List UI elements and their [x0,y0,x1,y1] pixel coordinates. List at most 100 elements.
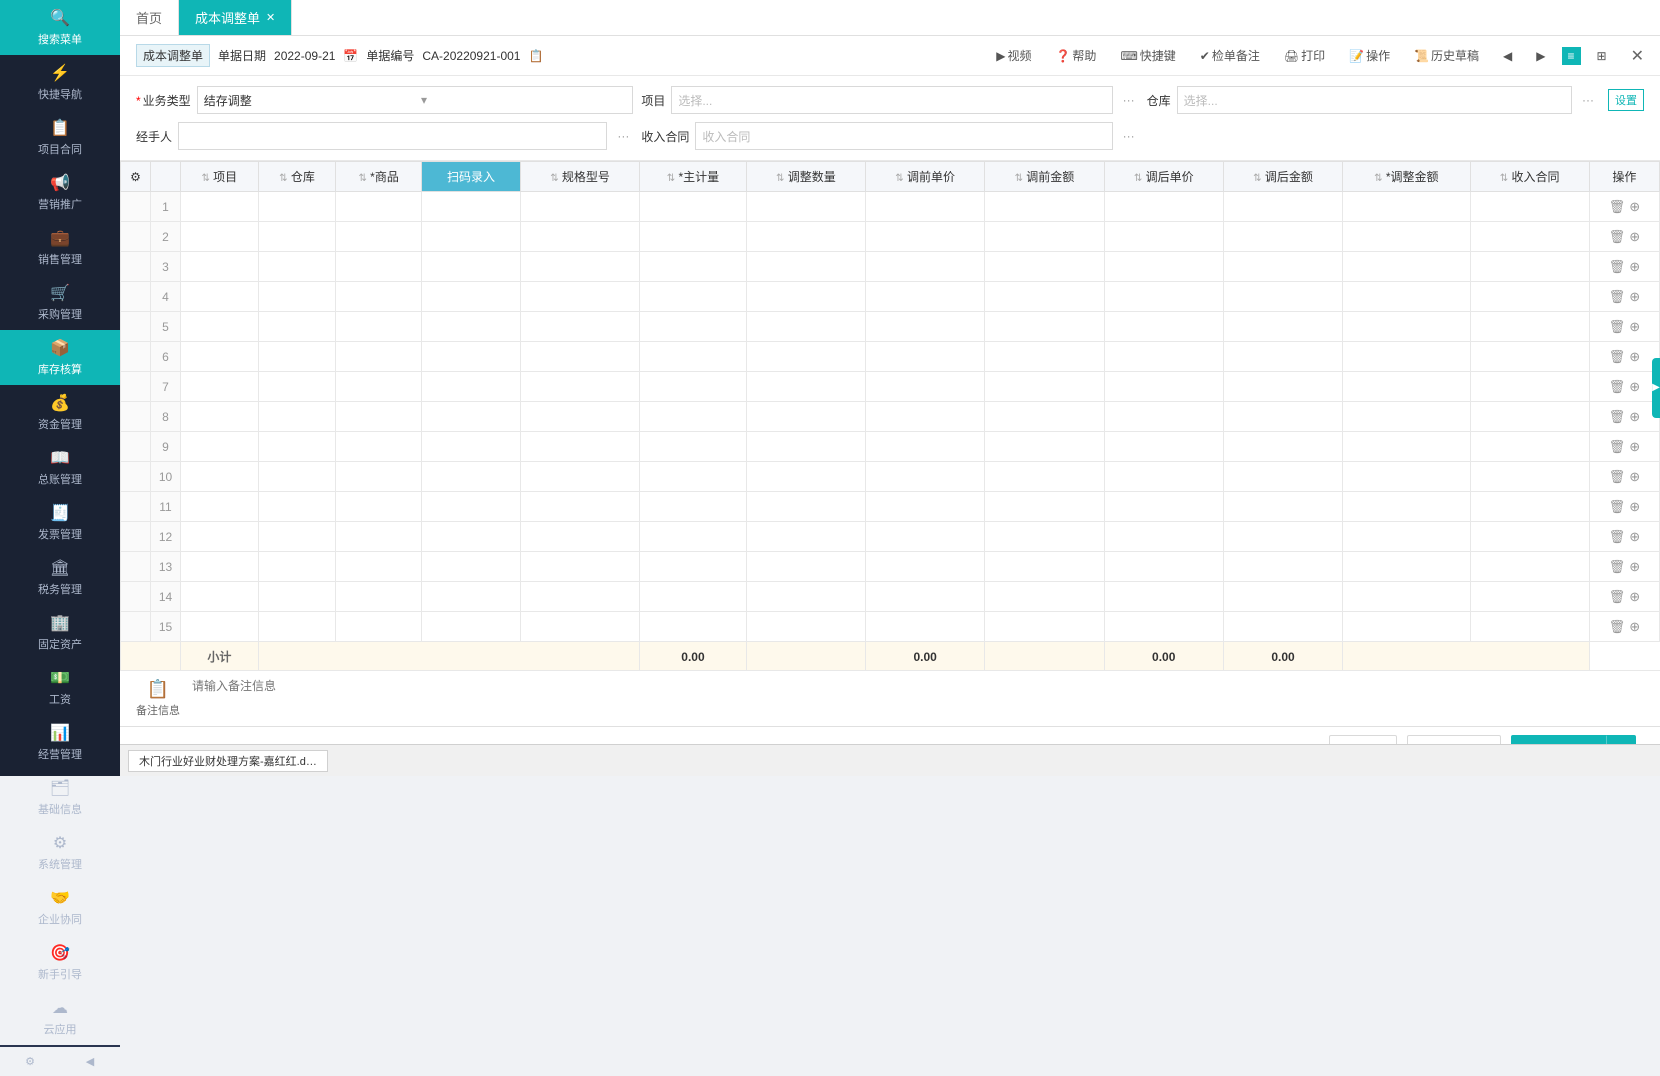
row-scan[interactable] [422,582,521,612]
row-warehouse[interactable] [258,552,336,582]
shortcut-btn[interactable]: ⌨ 快捷键 [1112,45,1183,66]
row-scan[interactable] [422,462,521,492]
row-prevamount[interactable] [985,552,1104,582]
row-scan[interactable] [422,342,521,372]
row-prevunitprice[interactable] [866,192,985,222]
income-contract-more-btn[interactable]: ··· [1119,129,1139,143]
row-adjqty[interactable] [746,402,865,432]
row-project[interactable] [181,252,259,282]
row-afteramount[interactable] [1223,552,1342,582]
row-spectype[interactable] [520,612,639,642]
row-prevamount[interactable] [985,372,1104,402]
copy-icon[interactable]: 📋 [528,49,543,63]
sidebar-item-tax[interactable]: 🏛 税务管理 [0,550,120,605]
row-incomecontract[interactable] [1470,282,1589,312]
row-afterunitprice[interactable] [1104,432,1223,462]
row-prevamount[interactable] [985,522,1104,552]
nav-next-btn[interactable]: ▶ [1528,47,1553,65]
row-adjqty[interactable] [746,222,865,252]
row-prevamount[interactable] [985,402,1104,432]
sidebar-item-assets[interactable]: 🏢 固定资产 [0,605,120,660]
row-adjqty[interactable] [746,462,865,492]
row-adjqty[interactable] [746,522,865,552]
row-afteramount[interactable] [1223,522,1342,552]
row-product[interactable] [336,552,422,582]
row-delete-icon[interactable]: 🗑 [1609,319,1626,335]
row-prevamount[interactable] [985,462,1104,492]
row-warehouse[interactable] [258,222,336,252]
row-prevamount[interactable] [985,612,1104,642]
row-afterunitprice[interactable] [1104,462,1223,492]
row-adjamount[interactable] [1343,522,1470,552]
row-warehouse[interactable] [258,192,336,222]
table-header-prevamount[interactable]: ⇅ 调前金额 [985,162,1104,192]
row-spectype[interactable] [520,522,639,552]
row-project[interactable] [181,522,259,552]
row-adjqty[interactable] [746,552,865,582]
row-adjamount[interactable] [1343,462,1470,492]
row-copy-icon[interactable]: ⊕ [1629,469,1640,485]
row-scan[interactable] [422,432,521,462]
history-btn[interactable]: 📜 历史草稿 [1406,45,1487,66]
row-adjqty[interactable] [746,252,865,282]
row-prevunitprice[interactable] [866,612,985,642]
row-warehouse[interactable] [258,372,336,402]
row-prevunitprice[interactable] [866,372,985,402]
row-unit[interactable] [640,522,747,552]
row-incomecontract[interactable] [1470,552,1589,582]
sidebar-item-marketing[interactable]: 📢 营销推广 [0,165,120,220]
row-incomecontract[interactable] [1470,252,1589,282]
row-prevamount[interactable] [985,252,1104,282]
row-prevunitprice[interactable] [866,492,985,522]
list-view-btn[interactable]: ≡ [1562,47,1581,65]
row-project[interactable] [181,312,259,342]
row-copy-icon[interactable]: ⊕ [1629,619,1640,635]
row-delete-icon[interactable]: 🗑 [1609,349,1626,365]
table-header-adjamount[interactable]: ⇅ *调整金额 [1343,162,1470,192]
row-afterunitprice[interactable] [1104,252,1223,282]
row-incomecontract[interactable] [1470,312,1589,342]
row-scan[interactable] [422,492,521,522]
sidebar-item-invoice[interactable]: 🧾 发票管理 [0,495,120,550]
row-spectype[interactable] [520,342,639,372]
row-adjamount[interactable] [1343,402,1470,432]
row-prevamount[interactable] [985,222,1104,252]
sidebar-item-enterprise[interactable]: 🤝 企业协同 [0,880,120,935]
row-incomecontract[interactable] [1470,342,1589,372]
sidebar-item-inventory[interactable]: 📦 库存核算 [0,330,120,385]
row-afterunitprice[interactable] [1104,342,1223,372]
row-product[interactable] [336,222,422,252]
project-more-btn[interactable]: ··· [1119,93,1139,107]
project-input[interactable]: 选择... [671,86,1112,114]
row-afterunitprice[interactable] [1104,402,1223,432]
row-adjqty[interactable] [746,612,865,642]
row-spectype[interactable] [520,492,639,522]
view-btn[interactable]: ▶ 视频 [988,45,1039,66]
row-copy-icon[interactable]: ⊕ [1629,559,1640,575]
row-incomecontract[interactable] [1470,222,1589,252]
row-project[interactable] [181,552,259,582]
row-unit[interactable] [640,582,747,612]
row-prevamount[interactable] [985,582,1104,612]
row-scan[interactable] [422,282,521,312]
row-adjamount[interactable] [1343,492,1470,522]
row-delete-icon[interactable]: 🗑 [1609,379,1626,395]
row-unit[interactable] [640,402,747,432]
row-spectype[interactable] [520,552,639,582]
row-spectype[interactable] [520,312,639,342]
row-prevunitprice[interactable] [866,432,985,462]
row-product[interactable] [336,282,422,312]
row-project[interactable] [181,432,259,462]
sidebar-search[interactable]: 🔍 搜索菜单 [0,0,120,55]
sidebar-item-sales[interactable]: 💼 销售管理 [0,220,120,275]
row-spectype[interactable] [520,582,639,612]
row-afteramount[interactable] [1223,192,1342,222]
row-prevunitprice[interactable] [866,582,985,612]
row-project[interactable] [181,222,259,252]
row-product[interactable] [336,522,422,552]
table-header-product[interactable]: ⇅ *商品 [336,162,422,192]
warehouse-more-btn[interactable]: ··· [1578,93,1598,107]
row-incomecontract[interactable] [1470,522,1589,552]
row-afteramount[interactable] [1223,372,1342,402]
row-afterunitprice[interactable] [1104,552,1223,582]
